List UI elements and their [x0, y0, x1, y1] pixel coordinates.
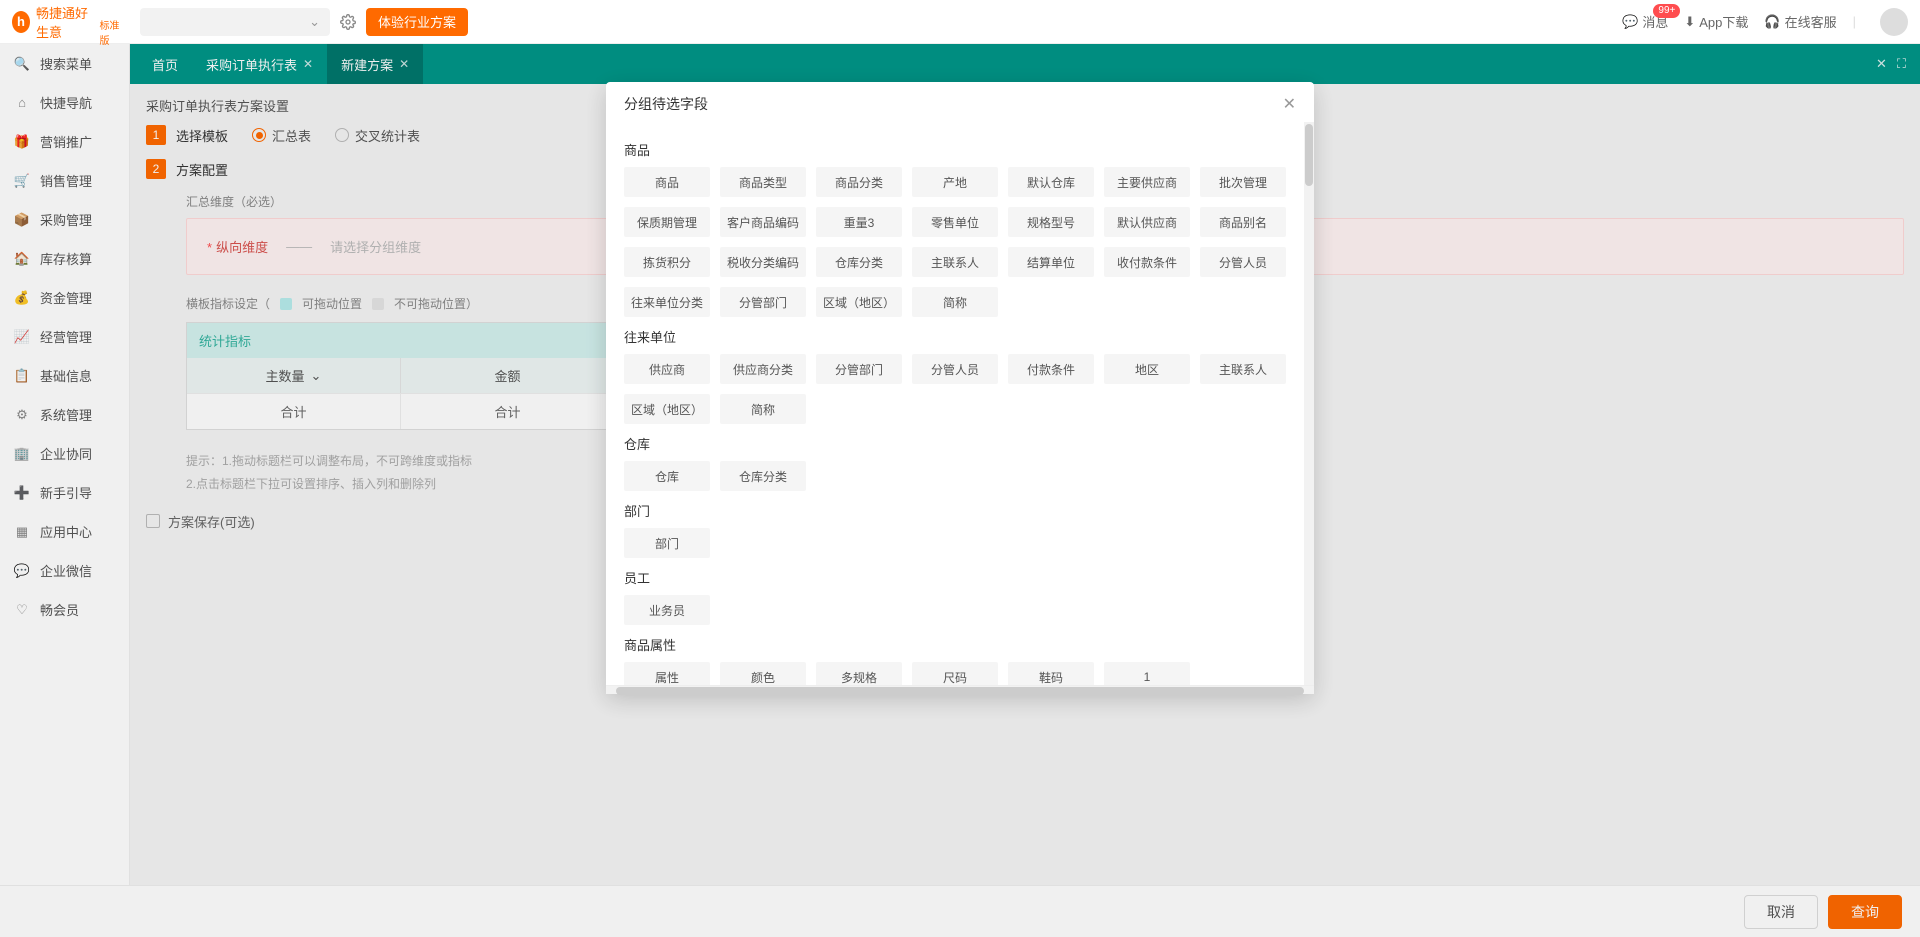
field-chip[interactable]: 客户商品编码	[720, 207, 806, 237]
field-chip[interactable]: 1	[1104, 662, 1190, 685]
field-chip[interactable]: 仓库	[624, 461, 710, 491]
field-chip[interactable]: 拣货积分	[624, 247, 710, 277]
field-chip[interactable]: 默认供应商	[1104, 207, 1190, 237]
field-chip[interactable]: 供应商	[624, 354, 710, 384]
field-group-title: 部门	[624, 501, 1286, 520]
scrollbar-thumb[interactable]	[616, 687, 1304, 695]
chevron-down-icon: ⌄	[309, 14, 320, 30]
field-group-title: 商品属性	[624, 635, 1286, 654]
brand-logo-icon: h	[12, 11, 30, 33]
field-chip[interactable]: 往来单位分类	[624, 287, 710, 317]
field-chip[interactable]: 商品分类	[816, 167, 902, 197]
field-group-title: 往来单位	[624, 327, 1286, 346]
field-group-chips: 商品商品类型商品分类产地默认仓库主要供应商批次管理保质期管理客户商品编码重量3 零…	[624, 167, 1286, 317]
field-chip[interactable]: 付款条件	[1008, 354, 1094, 384]
field-chip[interactable]: 商品类型	[720, 167, 806, 197]
field-chip[interactable]: 分管部门	[720, 287, 806, 317]
brand-area: h 畅捷通好生意 标准版	[12, 3, 130, 41]
field-group-chips: 部门	[624, 528, 1286, 558]
field-chip[interactable]: 业务员	[624, 595, 710, 625]
field-chip[interactable]: 分管人员	[912, 354, 998, 384]
horizontal-scrollbar[interactable]	[606, 685, 1314, 694]
field-chip[interactable]: 默认仓库	[1008, 167, 1094, 197]
field-group-chips: 仓库仓库分类	[624, 461, 1286, 491]
field-group-title: 仓库	[624, 434, 1286, 453]
field-chip[interactable]: 税收分类编码	[720, 247, 806, 277]
vertical-scrollbar-thumb[interactable]	[1305, 124, 1313, 186]
field-chip[interactable]: 收付款条件	[1104, 247, 1190, 277]
field-chip[interactable]: 主联系人	[912, 247, 998, 277]
field-group-chips: 供应商供应商分类分管部门分管人员付款条件地区主联系人区域（地区） 简称	[624, 354, 1286, 424]
org-selector[interactable]: ⌄	[140, 8, 330, 36]
field-chip[interactable]: 重量3	[816, 207, 902, 237]
field-chip[interactable]: 主联系人	[1200, 354, 1286, 384]
field-chip[interactable]: 主要供应商	[1104, 167, 1190, 197]
field-chip[interactable]: 供应商分类	[720, 354, 806, 384]
divider: |	[1853, 14, 1856, 29]
online-service-link[interactable]: 🎧 在线客服	[1764, 12, 1836, 31]
messages-badge: 99+	[1653, 4, 1680, 18]
app-download-label: App下载	[1699, 12, 1748, 31]
field-chip[interactable]: 区域（地区）	[624, 394, 710, 424]
topbar-right: 💬 消息 99+ ⬇ App下载 🎧 在线客服 |	[1622, 8, 1908, 36]
brand-name: 畅捷通好生意	[36, 3, 100, 41]
vertical-scrollbar-track	[1304, 122, 1314, 684]
field-chip[interactable]: 规格型号	[1008, 207, 1094, 237]
field-chip[interactable]: 多规格	[816, 662, 902, 685]
field-chip[interactable]: 仓库分类	[720, 461, 806, 491]
field-chip[interactable]: 商品别名	[1200, 207, 1286, 237]
modal-title: 分组待选字段	[624, 94, 708, 114]
field-chip[interactable]: 地区	[1104, 354, 1190, 384]
gear-icon[interactable]	[340, 14, 356, 30]
field-group-title: 员工	[624, 568, 1286, 587]
field-chip[interactable]: 分管部门	[816, 354, 902, 384]
modal-header: 分组待选字段 ✕	[606, 82, 1314, 126]
download-icon: ⬇	[1684, 14, 1695, 30]
avatar[interactable]	[1880, 8, 1908, 36]
app-download-link[interactable]: ⬇ App下载	[1684, 12, 1748, 31]
field-chip[interactable]: 批次管理	[1200, 167, 1286, 197]
field-group-chips: 业务员	[624, 595, 1286, 625]
online-service-label: 在线客服	[1785, 12, 1837, 31]
trial-plan-button[interactable]: 体验行业方案	[366, 8, 468, 36]
messages-link[interactable]: 💬 消息 99+	[1622, 12, 1668, 31]
field-chip[interactable]: 区域（地区）	[816, 287, 902, 317]
brand-edition: 标准版	[100, 17, 124, 47]
field-chip[interactable]: 简称	[912, 287, 998, 317]
field-chip[interactable]: 分管人员	[1200, 247, 1286, 277]
topbar: h 畅捷通好生意 标准版 ⌄ 体验行业方案 💬 消息 99+ ⬇ App下载 🎧…	[0, 0, 1920, 44]
modal-mask: 分组待选字段 ✕ 商品商品商品类型商品分类产地默认仓库主要供应商批次管理保质期管…	[0, 44, 1920, 937]
field-chip[interactable]: 零售单位	[912, 207, 998, 237]
field-chip[interactable]: 鞋码	[1008, 662, 1094, 685]
field-chip[interactable]: 部门	[624, 528, 710, 558]
field-chip[interactable]: 结算单位	[1008, 247, 1094, 277]
field-chip[interactable]: 商品	[624, 167, 710, 197]
field-chip[interactable]: 产地	[912, 167, 998, 197]
field-chip[interactable]: 颜色	[720, 662, 806, 685]
modal-body: 商品商品商品类型商品分类产地默认仓库主要供应商批次管理保质期管理客户商品编码重量…	[606, 126, 1314, 685]
field-group-chips: 属性颜色多规格尺码鞋码 1	[624, 662, 1286, 685]
close-icon[interactable]: ✕	[1283, 94, 1296, 114]
field-selector-modal: 分组待选字段 ✕ 商品商品商品类型商品分类产地默认仓库主要供应商批次管理保质期管…	[606, 82, 1314, 694]
headset-icon: 🎧	[1764, 14, 1780, 30]
field-chip[interactable]: 简称	[720, 394, 806, 424]
field-chip[interactable]: 仓库分类	[816, 247, 902, 277]
bell-icon: 💬	[1622, 14, 1638, 30]
field-chip[interactable]: 保质期管理	[624, 207, 710, 237]
field-chip[interactable]: 属性	[624, 662, 710, 685]
field-chip[interactable]: 尺码	[912, 662, 998, 685]
field-group-title: 商品	[624, 140, 1286, 159]
